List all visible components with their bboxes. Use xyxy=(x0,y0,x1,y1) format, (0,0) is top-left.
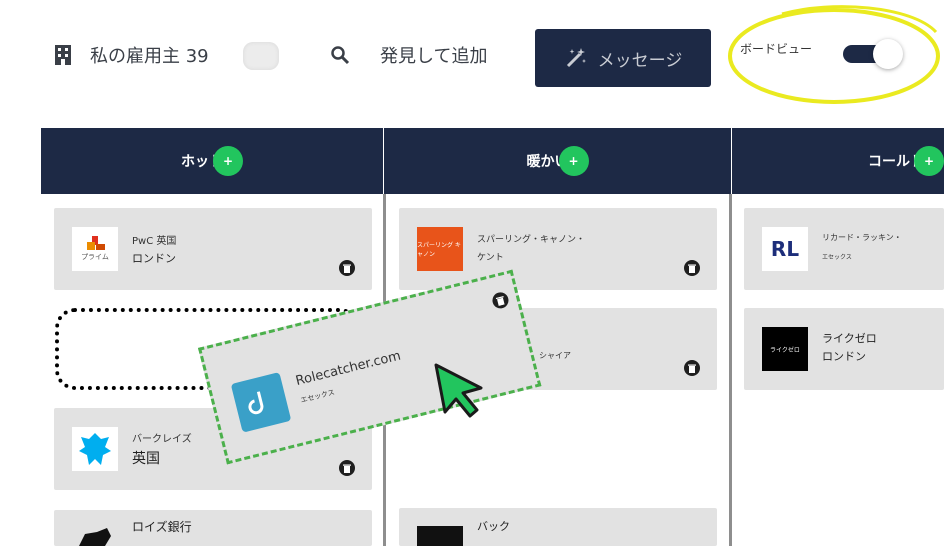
pwc-logo-text: プライム xyxy=(81,253,109,261)
board-view-label: ボードビュー xyxy=(740,40,812,57)
hook-icon xyxy=(248,391,264,415)
employer-card[interactable]: スパーリング キャノン スパーリング・キャノン・ ケント xyxy=(399,208,717,290)
trash-icon[interactable] xyxy=(339,460,355,476)
trash-icon[interactable] xyxy=(339,260,355,276)
card-company: バークレイズ xyxy=(132,434,192,445)
likezero-logo-text: ライクゼロ xyxy=(770,346,800,354)
card-location: ケント xyxy=(477,253,504,263)
my-employers-label: 私の雇用主 39 xyxy=(90,46,209,67)
card-company: リカード・ラッキン・ xyxy=(822,233,902,242)
my-employers-tab[interactable]: 私の雇用主 39 xyxy=(54,42,209,68)
horse-icon xyxy=(79,528,111,546)
rl-logo-text: RL xyxy=(770,237,800,261)
sparling-logo-text: スパーリング キャノン xyxy=(417,242,461,258)
top-toolbar: 私の雇用主 39 発見して追加 メッセージ ボードビュー xyxy=(0,0,944,110)
magic-wand-icon xyxy=(566,48,586,68)
pwc-logo: プライム xyxy=(72,227,118,271)
card-company: PwC 英国 xyxy=(132,236,177,247)
message-button[interactable]: メッセージ xyxy=(535,29,711,87)
discover-add-label: 発見して追加 xyxy=(380,46,488,67)
buck-logo xyxy=(417,526,463,546)
card-company: ロイズ銀行 xyxy=(132,520,192,534)
add-hot-button[interactable]: + xyxy=(213,146,243,176)
card-location: ロンドン xyxy=(822,350,866,363)
employer-card[interactable]: RL リカード・ラッキン・ エセックス xyxy=(744,208,944,290)
rolecatcher-logo-icon xyxy=(230,372,292,433)
column-header-hot: ホット + xyxy=(41,128,383,194)
column-divider xyxy=(729,194,732,546)
barclays-eagle-icon xyxy=(72,427,118,471)
trash-icon[interactable] xyxy=(684,360,700,376)
employer-card[interactable]: バック xyxy=(399,508,717,546)
card-location: シャイア xyxy=(539,351,571,360)
likezero-logo: ライクゼロ xyxy=(762,327,808,371)
toggle-knob xyxy=(873,39,903,69)
eagle-icon xyxy=(79,433,111,465)
add-cold-button[interactable]: + xyxy=(914,146,944,176)
board-view-toggle[interactable] xyxy=(843,39,903,69)
dragging-card-company: Rolecatcher.com xyxy=(294,348,403,390)
cursor-arrow-icon xyxy=(434,363,483,418)
card-company: スパーリング・キャノン・ xyxy=(477,235,586,245)
trash-icon[interactable] xyxy=(684,260,700,276)
rl-logo: RL xyxy=(762,227,808,271)
lloyds-horse-icon xyxy=(72,526,118,546)
sparling-logo: スパーリング キャノン xyxy=(417,227,463,271)
dragging-card-location: エセックス xyxy=(299,388,336,405)
card-location: エセックス xyxy=(822,254,852,261)
column-header-warm: 暖かい + xyxy=(384,128,731,194)
search-icon xyxy=(331,46,350,65)
card-company: バック xyxy=(477,520,510,533)
column-header-cold: コールド + xyxy=(732,128,944,194)
trash-icon[interactable] xyxy=(490,290,511,311)
employer-card[interactable]: プライム PwC 英国 ロンドン xyxy=(54,208,372,290)
add-warm-button[interactable]: + xyxy=(558,146,589,176)
card-location: 英国 xyxy=(132,451,160,467)
discover-add-tab[interactable]: 発見して追加 xyxy=(330,42,487,68)
avatar xyxy=(243,42,279,70)
pwc-logo-mark xyxy=(87,236,105,250)
building-icon xyxy=(55,45,71,65)
board-view-text: ボードビュー xyxy=(740,42,813,56)
message-label: メッセージ xyxy=(597,50,683,71)
card-company: ライクゼロ xyxy=(822,332,877,345)
employer-card[interactable]: ライクゼロ ライクゼロ ロンドン xyxy=(744,308,944,390)
card-location: ロンドン xyxy=(132,252,176,265)
employer-card[interactable]: ロイズ銀行 xyxy=(54,510,372,546)
